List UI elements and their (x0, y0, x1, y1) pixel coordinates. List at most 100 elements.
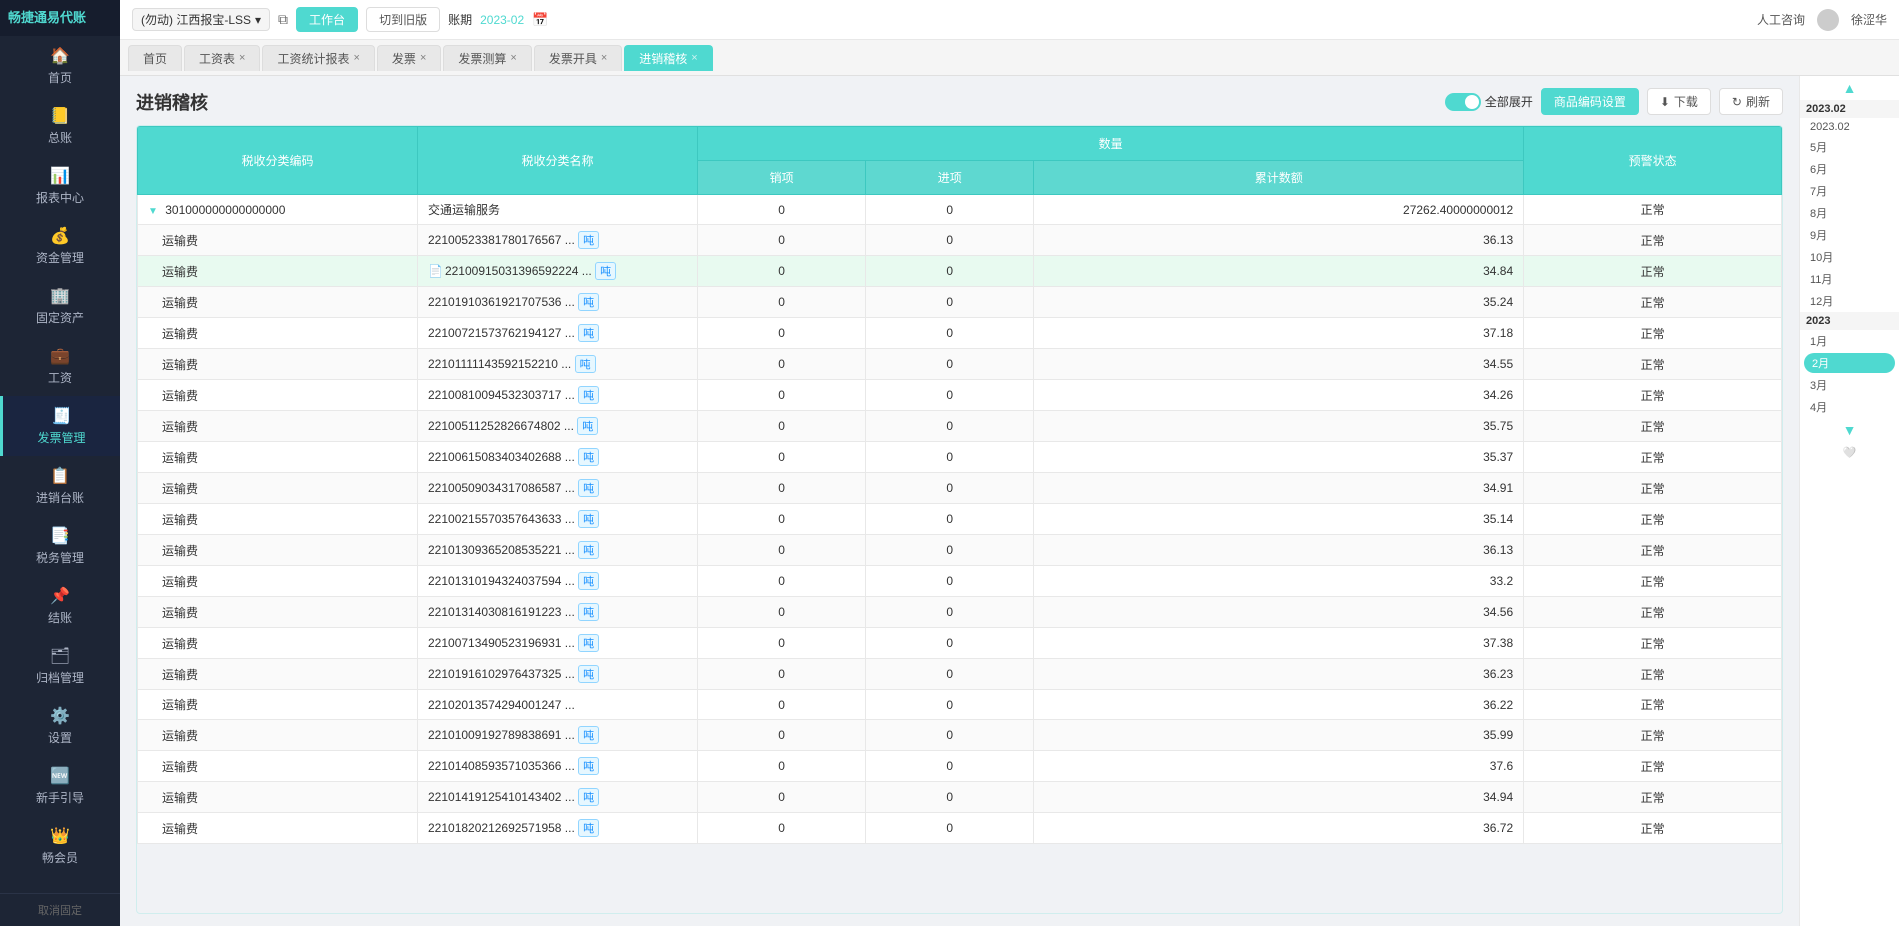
tab-invoice[interactable]: 发票 × (377, 45, 441, 71)
expand-icon[interactable]: ▼ (148, 206, 158, 217)
table-row[interactable]: 运输费 22100721573762194127 ... 吨 0 0 37.18… (138, 318, 1782, 349)
tab-payroll-close[interactable]: × (239, 52, 245, 64)
cal-month-8[interactable]: 8月 (1800, 202, 1899, 224)
tax-icon: 📑 (50, 526, 70, 546)
sales-cell: 0 (698, 782, 866, 813)
table-row[interactable]: 运输费 22101310194324037594 ... 吨 0 0 33.2 … (138, 566, 1782, 597)
cumulative-cell: 35.14 (1034, 504, 1524, 535)
cal-month-2-active[interactable]: 2月 (1804, 353, 1895, 373)
sidebar-item-invoice-mgmt[interactable]: 🧾 发票管理 (0, 396, 120, 456)
cal-month-10[interactable]: 10月 (1800, 246, 1899, 268)
cumulative-cell: 35.99 (1034, 720, 1524, 751)
table-row[interactable]: 运输费 22101910361921707536 ... 吨 0 0 35.24… (138, 287, 1782, 318)
table-row[interactable]: 运输费 📄22100915031396592224 ... 吨 0 0 34.8… (138, 256, 1782, 287)
topbar-right: 人工咨询 徐涩华 (1757, 9, 1887, 31)
tab-invoice-open-close[interactable]: × (601, 52, 607, 64)
purchase-cell: 0 (866, 411, 1034, 442)
cal-month-1[interactable]: 1月 (1800, 330, 1899, 352)
cal-month-4[interactable]: 4月 (1800, 396, 1899, 418)
table-row[interactable]: 运输费 22100215570357643633 ... 吨 0 0 35.14… (138, 504, 1782, 535)
company-selector[interactable]: (勿动) 江西报宝-LSS ▾ (132, 8, 270, 31)
tab-invoice-close[interactable]: × (420, 52, 426, 64)
table-row[interactable]: 运输费 22100810094532303717 ... 吨 0 0 34.26… (138, 380, 1782, 411)
table-row[interactable]: 运输费 22101916102976437325 ... 吨 0 0 36.23… (138, 659, 1782, 690)
unit-tag: 吨 (577, 417, 598, 435)
sidebar-item-tax[interactable]: 📑 税务管理 (0, 516, 120, 576)
table-row[interactable]: 运输费 22101309365208535221 ... 吨 0 0 36.13… (138, 535, 1782, 566)
tab-payroll-stats[interactable]: 工资统计报表 × (262, 45, 374, 71)
table-row[interactable]: 运输费 22101009192789838691 ... 吨 0 0 35.99… (138, 720, 1782, 751)
table-row[interactable]: 运输费 22100523381780176567 ... 吨 0 0 36.13… (138, 225, 1782, 256)
tab-payroll-stats-label: 工资统计报表 (277, 50, 349, 67)
cal-down-arrow[interactable]: ▼ (1800, 418, 1899, 442)
tab-invoice-verify-close[interactable]: × (691, 52, 697, 64)
table-row[interactable]: 运输费 22102013574294001247 ... 0 0 36.22 正… (138, 690, 1782, 720)
table-row[interactable]: 运输费 22101314030816191223 ... 吨 0 0 34.56… (138, 597, 1782, 628)
cal-month-sub[interactable]: 2023.02 (1800, 118, 1899, 136)
sidebar-item-member[interactable]: 👑 畅会员 (0, 816, 120, 876)
table-row[interactable]: 运输费 22101820212692571958 ... 吨 0 0 36.72… (138, 813, 1782, 844)
main-area: (勿动) 江西报宝-LSS ▾ ⧉ 工作台 切到旧版 账期 2023-02 📅 … (120, 0, 1899, 926)
cal-month-6[interactable]: 6月 (1800, 158, 1899, 180)
tab-invoice-verify[interactable]: 进销稽核 × (624, 45, 712, 71)
copy-icon[interactable]: ⧉ (278, 11, 288, 28)
sales-cell: 0 (698, 813, 866, 844)
cumulative-cell: 35.24 (1034, 287, 1524, 318)
sidebar-item-report[interactable]: 📊 报表中心 (0, 156, 120, 216)
user-label[interactable]: 徐涩华 (1851, 11, 1887, 28)
table-row[interactable]: 运输费 22101408593571035366 ... 吨 0 0 37.6 … (138, 751, 1782, 782)
sidebar-unpin-btn[interactable]: 取消固定 (0, 893, 120, 926)
sidebar-item-payroll[interactable]: 💼 工资 (0, 336, 120, 396)
table-row[interactable]: 运输费 22101419125410143402 ... 吨 0 0 34.94… (138, 782, 1782, 813)
refresh-icon: ↻ (1732, 95, 1742, 109)
col-tax-code: 税收分类编码 (138, 127, 418, 195)
tab-invoice-open[interactable]: 发票开具 × (534, 45, 622, 71)
cal-up-arrow[interactable]: ▲ (1800, 76, 1899, 100)
status-cell: 正常 (1524, 349, 1782, 380)
cal-month-9[interactable]: 9月 (1800, 224, 1899, 246)
refresh-btn[interactable]: ↻ 刷新 (1719, 88, 1783, 115)
sidebar-item-settle[interactable]: 📌 结账 (0, 576, 120, 636)
workspace-btn[interactable]: 工作台 (296, 7, 358, 32)
sidebar-item-ledger[interactable]: 📒 总账 (0, 96, 120, 156)
cal-month-7[interactable]: 7月 (1800, 180, 1899, 202)
product-code-btn[interactable]: 商品编码设置 (1541, 88, 1639, 115)
sidebar-item-archive[interactable]: 🗂 归档管理 (0, 636, 120, 696)
tab-invoice-calc-close[interactable]: × (510, 52, 516, 64)
calendar-icon[interactable]: 📅 (532, 12, 548, 28)
sidebar-item-settings[interactable]: ⚙️ 设置 (0, 696, 120, 756)
table-row[interactable]: 运输费 22100511252826674802 ... 吨 0 0 35.75… (138, 411, 1782, 442)
cal-month-3[interactable]: 3月 (1800, 374, 1899, 396)
status-cell: 正常 (1524, 659, 1782, 690)
switch-old-btn[interactable]: 切到旧版 (366, 7, 440, 32)
purchase-cell: 0 (866, 256, 1034, 287)
cal-month-12[interactable]: 12月 (1800, 290, 1899, 312)
tab-payroll[interactable]: 工资表 × (184, 45, 260, 71)
sidebar-label-fund: 资金管理 (36, 249, 84, 266)
download-btn[interactable]: ⬇ 下载 (1647, 88, 1711, 115)
table-row[interactable]: 运输费 22100713490523196931 ... 吨 0 0 37.38… (138, 628, 1782, 659)
help-label[interactable]: 人工咨询 (1757, 11, 1805, 28)
cal-month-5[interactable]: 5月 (1800, 136, 1899, 158)
tab-payroll-stats-close[interactable]: × (353, 52, 359, 64)
toggle-all-switch[interactable] (1445, 93, 1481, 111)
status-cell: 正常 (1524, 690, 1782, 720)
toggle-all-container[interactable]: 全部展开 (1445, 93, 1533, 111)
table-row[interactable]: ▼ 301000000000000000 交通运输服务 0 0 27262.40… (138, 195, 1782, 225)
sidebar-item-guide[interactable]: 🆕 新手引导 (0, 756, 120, 816)
sidebar-item-purchase-sales[interactable]: 📋 进销台账 (0, 456, 120, 516)
child-name-cell: 运输费 (138, 566, 418, 597)
tab-home[interactable]: 首页 (128, 45, 182, 71)
sidebar-item-home[interactable]: 🏠 首页 (0, 36, 120, 96)
sales-cell: 0 (698, 659, 866, 690)
content-area: 进销稽核 全部展开 商品编码设置 ⬇ 下载 ↻ 刷新 (120, 76, 1799, 926)
tab-invoice-calc[interactable]: 发票测算 × (443, 45, 531, 71)
unit-tag: 吨 (578, 448, 599, 466)
table-row[interactable]: 运输费 22100615083403402688 ... 吨 0 0 35.37… (138, 442, 1782, 473)
sidebar-item-fund[interactable]: 💰 资金管理 (0, 216, 120, 276)
table-row[interactable]: 运输费 22100509034317086587 ... 吨 0 0 34.91… (138, 473, 1782, 504)
table-row[interactable]: 运输费 22101111143592152210 ... 吨 0 0 34.55… (138, 349, 1782, 380)
sidebar-item-asset[interactable]: 🏢 固定资产 (0, 276, 120, 336)
status-cell: 正常 (1524, 782, 1782, 813)
cal-month-11[interactable]: 11月 (1800, 268, 1899, 290)
